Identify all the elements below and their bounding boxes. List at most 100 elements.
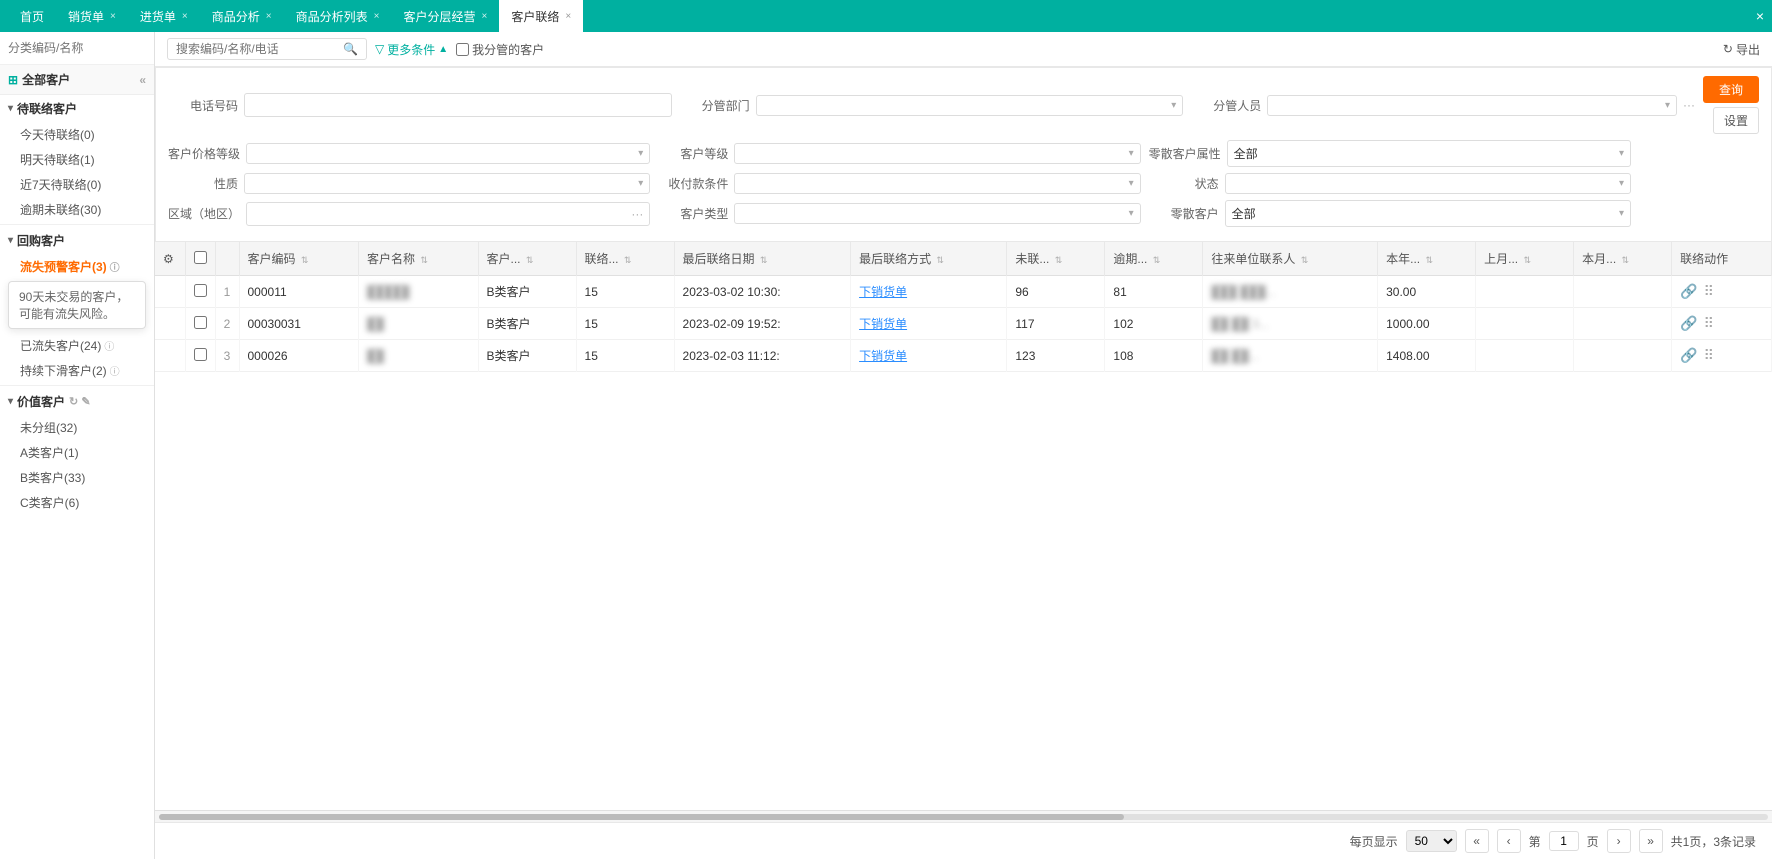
info-icon-3[interactable]: ⓘ bbox=[110, 363, 120, 378]
my-customers-check[interactable] bbox=[456, 43, 469, 56]
link-icon-1[interactable]: 🔗 bbox=[1680, 315, 1697, 332]
last-page-button[interactable]: » bbox=[1639, 829, 1663, 853]
sidebar-item-churn-down[interactable]: 持续下滑客户(2) ⓘ bbox=[0, 358, 154, 383]
sidebar-group-churn[interactable]: ▾ 回购客户 bbox=[0, 227, 154, 254]
th-code[interactable]: 客户编码 ⇅ bbox=[239, 242, 359, 276]
tab-close-analysis-list[interactable]: × bbox=[374, 11, 380, 22]
scroll-thumb[interactable] bbox=[159, 814, 1124, 820]
sidebar-item-churn-warning[interactable]: 流失预警客户(3) ⓘ bbox=[0, 254, 154, 279]
sidebar-item-unsorted[interactable]: 未分组(32) bbox=[0, 415, 154, 440]
filter-region-select[interactable]: ··· bbox=[246, 202, 650, 226]
td-last-method-0[interactable]: 下销货单 bbox=[851, 276, 1007, 308]
th-settings[interactable]: ⚙ bbox=[155, 242, 185, 276]
last-method-link-1[interactable]: 下销货单 bbox=[859, 317, 907, 331]
filter-dept-select[interactable]: ▾ bbox=[756, 95, 1184, 116]
th-overdue[interactable]: 逾期... ⇅ bbox=[1105, 242, 1203, 276]
tab-close-customer-layer[interactable]: × bbox=[481, 11, 487, 22]
query-button[interactable]: 查询 bbox=[1703, 76, 1759, 103]
filter-zero-attr-select[interactable]: 全部 ▾ bbox=[1227, 140, 1631, 167]
filter-more-dots-1[interactable]: ··· bbox=[1683, 98, 1695, 112]
filter-price-level-select[interactable]: ▾ bbox=[246, 143, 650, 164]
per-page-select[interactable]: 50 100 200 bbox=[1406, 830, 1457, 852]
sidebar-item-b-class[interactable]: B类客户(33) bbox=[0, 465, 154, 490]
th-this-month[interactable]: 本月... ⇅ bbox=[1574, 242, 1672, 276]
filter-phone-input[interactable] bbox=[244, 93, 672, 117]
sidebar-item-overdue[interactable]: 逾期未联络(30) bbox=[0, 197, 154, 222]
more-icon-2[interactable]: ⠿ bbox=[1704, 347, 1714, 364]
td-checkbox-1[interactable] bbox=[185, 308, 215, 340]
filter-zero-customer-select[interactable]: 全部 ▾ bbox=[1225, 200, 1631, 227]
tab-customer-layer[interactable]: 客户分层经营 × bbox=[391, 0, 499, 32]
info-icon[interactable]: ⓘ bbox=[110, 259, 120, 274]
export-button[interactable]: ↻ 导出 bbox=[1723, 41, 1760, 58]
filter-person-select[interactable]: ▾ bbox=[1267, 95, 1677, 116]
td-last-method-2[interactable]: 下销货单 bbox=[851, 340, 1007, 372]
td-checkbox-2[interactable] bbox=[185, 340, 215, 372]
filter-region-more[interactable]: ··· bbox=[631, 207, 643, 221]
tab-purchase[interactable]: 进货单 × bbox=[128, 0, 200, 32]
td-checkbox-0[interactable] bbox=[185, 276, 215, 308]
link-icon-2[interactable]: 🔗 bbox=[1680, 347, 1697, 364]
th-type[interactable]: 客户... ⇅ bbox=[478, 242, 576, 276]
tab-analysis[interactable]: 商品分析 × bbox=[200, 0, 284, 32]
sidebar-item-c-class[interactable]: C类客户(6) bbox=[0, 490, 154, 515]
filter-customer-level-select[interactable]: ▾ bbox=[734, 143, 1140, 164]
sidebar-item-churn-lost[interactable]: 已流失客户(24) ⓘ bbox=[0, 333, 154, 358]
th-last-date[interactable]: 最后联络日期 ⇅ bbox=[674, 242, 851, 276]
sidebar-all-customers[interactable]: ⊞ 全部客户 « bbox=[0, 65, 154, 95]
sidebar-search-input[interactable] bbox=[8, 41, 155, 55]
select-all-checkbox[interactable] bbox=[194, 251, 207, 264]
sidebar-item-a-class[interactable]: A类客户(1) bbox=[0, 440, 154, 465]
tab-close-analysis[interactable]: × bbox=[266, 11, 272, 22]
tab-close-sales[interactable]: × bbox=[110, 11, 116, 22]
next-page-button[interactable]: › bbox=[1607, 829, 1631, 853]
tab-customer-connect[interactable]: 客户联络 × bbox=[499, 0, 583, 32]
sidebar-item-tomorrow[interactable]: 明天待联络(1) bbox=[0, 147, 154, 172]
filter-search-icon[interactable]: 🔍 bbox=[343, 42, 358, 56]
filter-customer-type-select[interactable]: ▾ bbox=[734, 203, 1140, 224]
filter-search-input[interactable] bbox=[176, 42, 339, 56]
sidebar-item-today[interactable]: 今天待联络(0) bbox=[0, 122, 154, 147]
tab-analysis-list[interactable]: 商品分析列表 × bbox=[284, 0, 392, 32]
collapse-icon[interactable]: « bbox=[139, 73, 146, 87]
more-icon-0[interactable]: ⠿ bbox=[1704, 283, 1714, 300]
filter-status-select[interactable]: ▾ bbox=[1225, 173, 1631, 194]
link-icon-0[interactable]: 🔗 bbox=[1680, 283, 1697, 300]
last-method-link-0[interactable]: 下销货单 bbox=[859, 285, 907, 299]
scroll-track[interactable] bbox=[159, 814, 1768, 820]
page-number-input[interactable] bbox=[1549, 831, 1579, 851]
filter-payment-select[interactable]: ▾ bbox=[734, 173, 1140, 194]
sidebar-group-value[interactable]: ▾ 价值客户 ↻ ✎ bbox=[0, 388, 154, 415]
tab-close-customer-connect[interactable]: × bbox=[565, 11, 571, 22]
info-icon-2[interactable]: ⓘ bbox=[104, 338, 114, 353]
th-unit-contact[interactable]: 往来单位联系人 ⇅ bbox=[1203, 242, 1378, 276]
td-last-method-1[interactable]: 下销货单 bbox=[851, 308, 1007, 340]
th-uncontact[interactable]: 未联... ⇅ bbox=[1007, 242, 1105, 276]
filter-search-box: 🔍 bbox=[167, 38, 367, 60]
tab-sales[interactable]: 销货单 × bbox=[56, 0, 128, 32]
tab-home[interactable]: 首页 bbox=[8, 0, 56, 32]
more-icon-1[interactable]: ⠿ bbox=[1704, 315, 1714, 332]
row-checkbox-1[interactable] bbox=[194, 316, 207, 329]
value-group-icons[interactable]: ↻ ✎ bbox=[69, 395, 91, 408]
th-this-year[interactable]: 本年... ⇅ bbox=[1378, 242, 1476, 276]
sidebar-group-pending[interactable]: ▾ 待联络客户 bbox=[0, 95, 154, 122]
my-customers-checkbox[interactable]: 我分管的客户 bbox=[456, 41, 544, 58]
row-checkbox-0[interactable] bbox=[194, 284, 207, 297]
filter-nature-select[interactable]: ▾ bbox=[244, 173, 650, 194]
more-conditions-button[interactable]: ▽ 更多条件 ▲ bbox=[375, 41, 448, 58]
horizontal-scrollbar[interactable] bbox=[155, 810, 1772, 822]
th-last-method[interactable]: 最后联络方式 ⇅ bbox=[851, 242, 1007, 276]
tab-close-purchase[interactable]: × bbox=[182, 11, 188, 22]
last-method-link-2[interactable]: 下销货单 bbox=[859, 349, 907, 363]
th-name[interactable]: 客户名称 ⇅ bbox=[359, 242, 479, 276]
th-last-month[interactable]: 上月... ⇅ bbox=[1476, 242, 1574, 276]
row-checkbox-2[interactable] bbox=[194, 348, 207, 361]
window-close-button[interactable]: × bbox=[1756, 8, 1764, 24]
sidebar-item-7days[interactable]: 近7天待联络(0) bbox=[0, 172, 154, 197]
first-page-button[interactable]: « bbox=[1465, 829, 1489, 853]
settings-button[interactable]: 设置 bbox=[1713, 107, 1759, 134]
td-this-year-0: 30.00 bbox=[1378, 276, 1476, 308]
prev-page-button[interactable]: ‹ bbox=[1497, 829, 1521, 853]
th-contact[interactable]: 联络... ⇅ bbox=[576, 242, 674, 276]
